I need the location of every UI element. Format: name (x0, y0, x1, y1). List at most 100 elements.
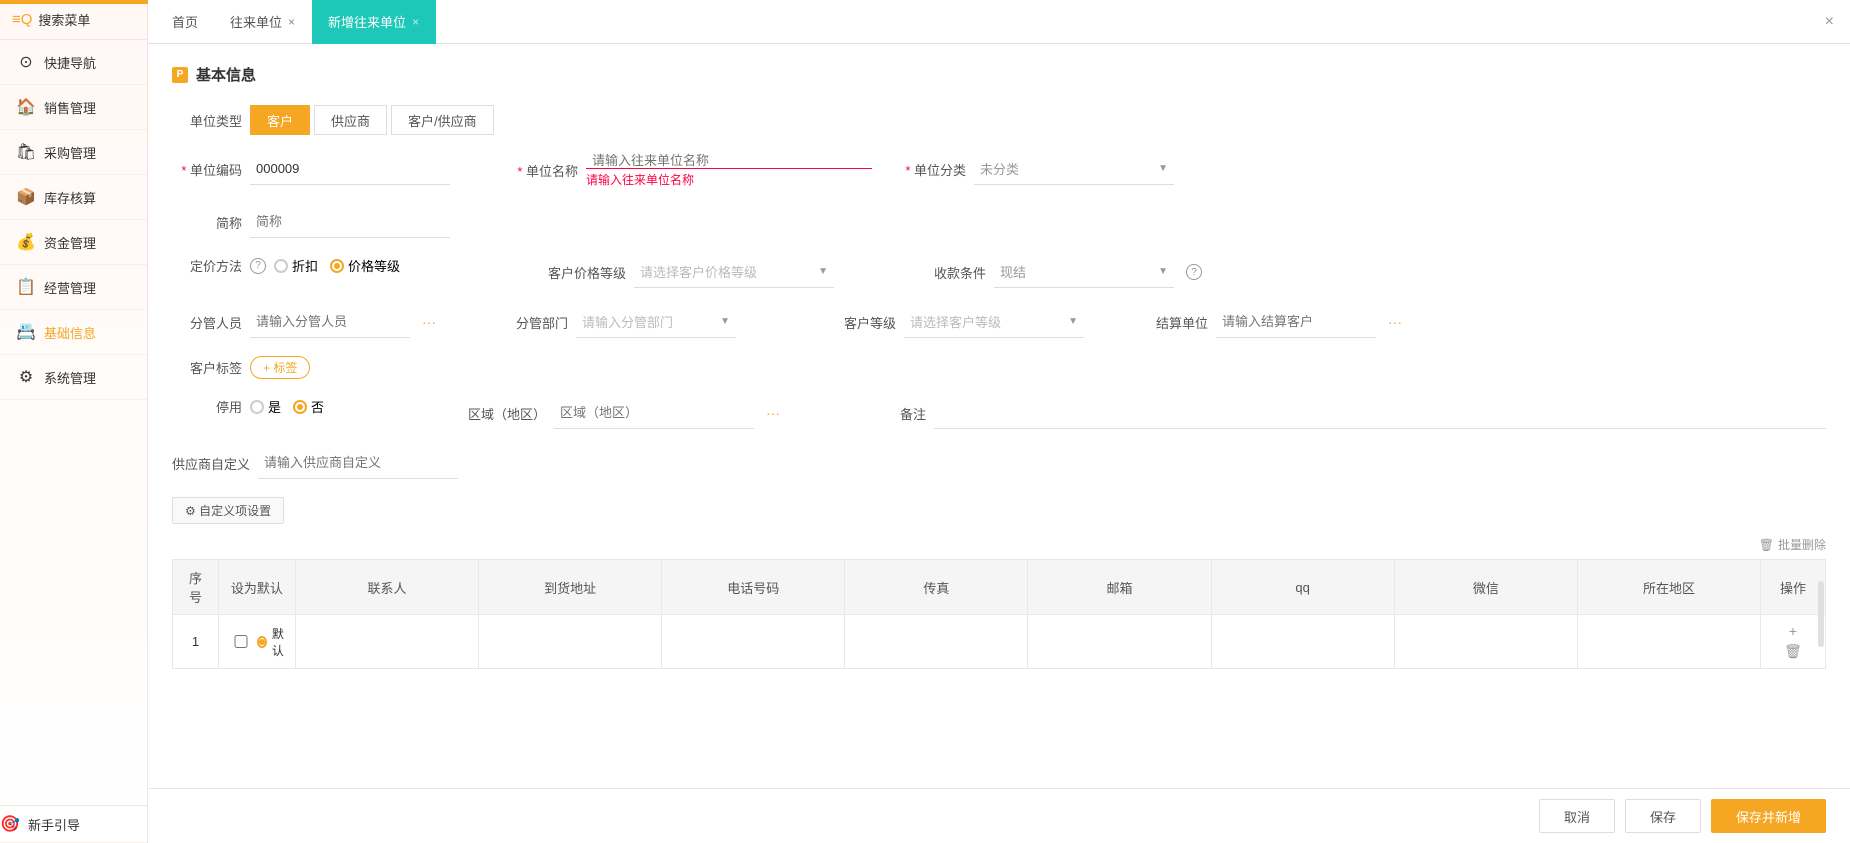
disabled-radio-yes-label: 是 (268, 397, 281, 416)
disabled-radio-yes[interactable]: 是 (250, 397, 281, 416)
tab-new-partner-close[interactable]: × (412, 15, 419, 29)
qq-input[interactable] (1222, 634, 1384, 649)
pricing-radio-group: 折扣 价格等级 (274, 256, 400, 275)
sidebar-item-new-guide[interactable]: 🎯 新手引导 (0, 805, 147, 843)
area-label: 区域（地区） (468, 404, 546, 423)
form-row-pricing: 定价方法 ? 折扣 价格等级 客户价格等级 请选择客户价格等级 (172, 256, 1826, 288)
form-group-area: 区域（地区） ··· (452, 397, 832, 429)
region-input[interactable] (1588, 634, 1750, 649)
area-ellipsis[interactable]: ··· (762, 403, 784, 423)
finance-icon: 💰 (16, 232, 36, 252)
save-button[interactable]: 保存 (1625, 799, 1701, 833)
cell-region (1577, 615, 1760, 669)
customer-level-arrow: ▼ (1068, 316, 1078, 327)
sidebar-item-system[interactable]: ⚙ 系统管理 (0, 355, 147, 400)
search-icon: ≡Q (12, 11, 32, 28)
add-tag-button[interactable]: + 标签 (250, 356, 310, 379)
address-input[interactable] (489, 634, 651, 649)
disabled-label: 停用 (172, 397, 242, 416)
disabled-radio-no[interactable]: 否 (293, 397, 324, 416)
table-scrollbar[interactable] (1818, 581, 1824, 647)
fax-input[interactable] (855, 634, 1017, 649)
phone-input[interactable] (672, 634, 834, 649)
row-default-label: 默认 (271, 625, 285, 659)
save-new-button[interactable]: 保存并新增 (1711, 799, 1826, 833)
row-delete-button[interactable]: 🗑 (1780, 641, 1806, 662)
sidebar-item-basic-info[interactable]: 📇 基础信息 (0, 310, 147, 355)
tab-home[interactable]: 首页 (156, 0, 214, 44)
sidebar-item-label: 新手引导 (28, 815, 80, 834)
customer-level-select[interactable]: 请选择客户等级 ▼ (904, 306, 1084, 338)
settlement-unit-label: 结算单位 (1138, 313, 1208, 332)
row-checkbox[interactable] (229, 635, 253, 648)
contact-input[interactable] (306, 634, 468, 649)
tab-new-partner[interactable]: 新增往来单位 × (312, 0, 436, 44)
cell-phone (662, 615, 845, 669)
pricing-label: 定价方法 (172, 256, 242, 275)
purchase-icon: 🛍 (16, 142, 36, 162)
wechat-input[interactable] (1405, 634, 1567, 649)
unit-code-input[interactable] (250, 153, 450, 185)
customer-price-level-select[interactable]: 请选择客户价格等级 ▼ (634, 256, 834, 288)
form-group-payment-terms: 收款条件 现结 ▼ ? (892, 256, 1826, 288)
settlement-unit-input[interactable] (1216, 306, 1376, 338)
tabbar-close-button[interactable]: × (1817, 9, 1842, 35)
col-region: 所在地区 (1577, 560, 1760, 615)
col-action: 操作 (1761, 560, 1826, 615)
col-address: 到货地址 (479, 560, 662, 615)
sidebar-item-sales[interactable]: 🏠 销售管理 (0, 85, 147, 130)
row-add-button[interactable]: + (1785, 621, 1801, 641)
sidebar-item-inventory[interactable]: 📦 库存核算 (0, 175, 147, 220)
pricing-radio-level[interactable]: 价格等级 (330, 256, 400, 275)
btn-type-customer[interactable]: 客户 (250, 105, 310, 135)
payment-terms-select[interactable]: 现结 ▼ (994, 256, 1174, 288)
pricing-radio-discount[interactable]: 折扣 (274, 256, 318, 275)
unit-type-row: 单位类型 客户 供应商 客户/供应商 (172, 105, 1826, 135)
department-select[interactable]: 请输入分管部门 ▼ (576, 306, 736, 338)
manager-ellipsis[interactable]: ··· (418, 312, 440, 332)
manager-input[interactable] (250, 306, 410, 338)
customer-tag-label: 客户标签 (172, 358, 242, 377)
short-name-input[interactable] (250, 206, 450, 238)
col-phone: 电话号码 (662, 560, 845, 615)
tabbar: 首页 往来单位 × 新增往来单位 × × (148, 0, 1850, 44)
unit-name-input[interactable] (586, 153, 872, 169)
btn-type-supplier[interactable]: 供应商 (314, 105, 387, 135)
area-input[interactable] (554, 397, 754, 429)
btn-type-both[interactable]: 客户/供应商 (391, 105, 494, 135)
short-name-label: 简称 (172, 213, 242, 232)
page-content: P 基本信息 单位类型 客户 供应商 客户/供应商 单位编码 单位名称 请输入往… (148, 44, 1850, 788)
remark-input[interactable] (934, 397, 1826, 429)
payment-terms-help-icon[interactable]: ? (1186, 264, 1202, 280)
cancel-button[interactable]: 取消 (1539, 799, 1615, 833)
email-input[interactable] (1038, 634, 1200, 649)
row-default-circle (257, 636, 267, 648)
supplier-custom-input[interactable] (258, 447, 458, 479)
row-default-radio[interactable]: 默认 (257, 625, 285, 659)
unit-category-select[interactable]: 未分类 ▼ (974, 153, 1174, 185)
form-row-supplier-custom: 供应商自定义 (172, 447, 1826, 479)
batch-delete-button[interactable]: 🗑 批量删除 (1759, 536, 1826, 553)
pricing-help-icon[interactable]: ? (250, 258, 266, 274)
cell-email (1028, 615, 1211, 669)
settlement-unit-ellipsis[interactable]: ··· (1384, 312, 1406, 332)
system-icon: ⚙ (16, 367, 36, 387)
tab-partners-close[interactable]: × (288, 15, 295, 29)
form-group-unit-code: 单位编码 (172, 153, 492, 185)
sidebar-item-purchase[interactable]: 🛍 采购管理 (0, 130, 147, 175)
sidebar-item-quick-nav[interactable]: ⊙ 快捷导航 (0, 40, 147, 85)
col-fax: 传真 (845, 560, 1028, 615)
custom-settings-button[interactable]: ⚙ 自定义项设置 (172, 497, 284, 524)
tab-partners[interactable]: 往来单位 × (214, 0, 312, 44)
batch-delete-icon: 🗑 (1759, 538, 1774, 552)
basic-info-icon: 📇 (16, 322, 36, 342)
form-row-tag: 客户标签 + 标签 (172, 356, 1826, 379)
operations-icon: 📋 (16, 277, 36, 297)
form-group-unit-category: 单位分类 未分类 ▼ (872, 153, 1826, 185)
form-row-disabled: 停用 是 否 区域（地区） ··· 备注 (172, 397, 1826, 429)
sidebar-item-operations[interactable]: 📋 经营管理 (0, 265, 147, 310)
sidebar-item-label: 采购管理 (44, 143, 96, 162)
sidebar-search[interactable]: ≡Q 搜索菜单 (0, 0, 147, 40)
sidebar-item-finance[interactable]: 💰 资金管理 (0, 220, 147, 265)
section-header: P 基本信息 (172, 64, 1826, 85)
